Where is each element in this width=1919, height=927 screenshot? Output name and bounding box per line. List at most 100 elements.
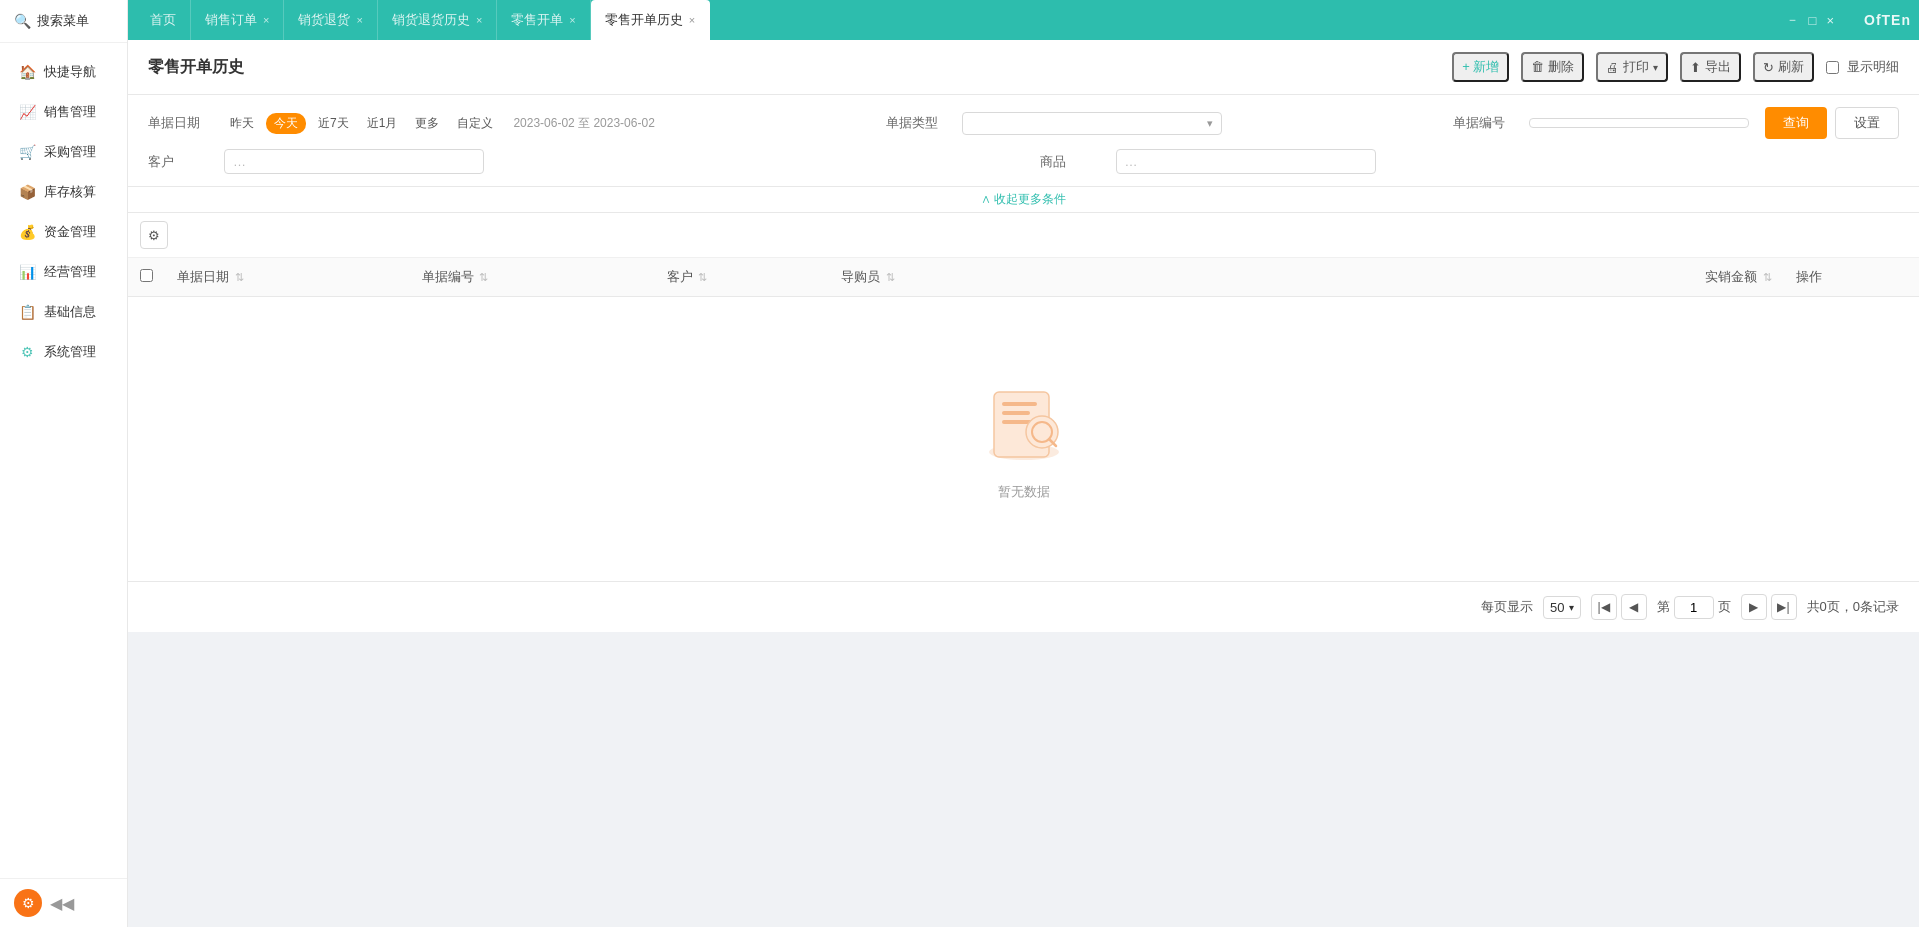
tab-sales-return-close[interactable]: × xyxy=(356,14,362,26)
sidebar-item-basic-info[interactable]: 📋 基础信息 xyxy=(4,293,123,331)
date-btn-7days[interactable]: 近7天 xyxy=(312,113,355,134)
collapse-filter-bar[interactable]: ∧ 收起更多条件 xyxy=(128,187,1919,213)
bill-type-dropdown-icon: ▾ xyxy=(1207,117,1213,130)
sidebar-item-purchase-mgmt[interactable]: 🛒 采购管理 xyxy=(4,133,123,171)
print-label: 打印 xyxy=(1623,58,1649,76)
tab-retail-open-history-close[interactable]: × xyxy=(689,14,695,26)
bill-type-label: 单据类型 xyxy=(886,114,946,132)
export-button[interactable]: ⬆ 导出 xyxy=(1680,52,1741,82)
sidebar-item-quick-nav[interactable]: 🏠 快捷导航 xyxy=(4,53,123,91)
col-salesperson-sort-icon: ⇅ xyxy=(886,271,895,283)
brand-label: OfTEn xyxy=(1864,12,1911,28)
settings-gear-button[interactable]: ⚙ xyxy=(14,889,42,917)
add-button[interactable]: + 新增 xyxy=(1452,52,1509,82)
bill-no-input[interactable] xyxy=(1529,118,1749,128)
tab-retail-open-history[interactable]: 零售开单历史 × xyxy=(591,0,710,40)
collapse-icon: ◀◀ xyxy=(50,894,74,913)
prev-page-button[interactable]: ◀ xyxy=(1621,594,1647,620)
sidebar-collapse-button[interactable]: ◀◀ xyxy=(50,894,74,913)
sidebar-item-label: 销售管理 xyxy=(44,103,96,121)
window-close-button[interactable]: × xyxy=(1826,13,1834,28)
bill-type-select[interactable]: ▾ xyxy=(962,112,1222,135)
filter-actions: 查询 设置 xyxy=(1765,107,1899,139)
setting-button[interactable]: 设置 xyxy=(1835,107,1899,139)
page-num-box: 第 页 xyxy=(1657,596,1731,619)
tab-sales-return-history[interactable]: 销货退货历史 × xyxy=(378,0,497,40)
operations-icon: 📊 xyxy=(18,263,36,281)
sidebar: 🔍 搜索菜单 🏠 快捷导航 📈 销售管理 🛒 采购管理 📦 库存核算 💰 资金管… xyxy=(0,0,128,927)
col-date-label: 单据日期 xyxy=(177,269,229,284)
col-header-customer[interactable]: 客户 ⇅ xyxy=(655,258,830,297)
refresh-icon: ↻ xyxy=(1763,60,1774,75)
inventory-icon: 📦 xyxy=(18,183,36,201)
sidebar-item-finance[interactable]: 💰 资金管理 xyxy=(4,213,123,251)
query-button[interactable]: 查询 xyxy=(1765,107,1827,139)
sidebar-item-sales-mgmt[interactable]: 📈 销售管理 xyxy=(4,93,123,131)
search-menu-item[interactable]: 🔍 搜索菜单 xyxy=(0,0,127,43)
show-detail-checkbox[interactable] xyxy=(1826,61,1839,74)
date-range-display: 2023-06-02 至 2023-06-02 xyxy=(513,115,654,132)
tab-home-label: 首页 xyxy=(150,11,176,29)
tab-retail-open-label: 零售开单 xyxy=(511,11,563,29)
tabs-bar: 首页 销售订单 × 销货退货 × 销货退货历史 × 零售开单 × 零售开单历史 … xyxy=(128,0,1919,40)
customer-value: … xyxy=(233,154,475,169)
page-size-select[interactable]: 50 ▾ xyxy=(1543,596,1580,619)
tab-sales-return[interactable]: 销货退货 × xyxy=(284,0,377,40)
sidebar-item-label: 资金管理 xyxy=(44,223,96,241)
tab-sales-order[interactable]: 销售订单 × xyxy=(191,0,284,40)
checkbox-header[interactable] xyxy=(128,258,165,297)
col-header-no[interactable]: 单据编号 ⇅ xyxy=(410,258,655,297)
tab-retail-open-history-label: 零售开单历史 xyxy=(605,11,683,29)
delete-button[interactable]: 🗑 删除 xyxy=(1521,52,1584,82)
sidebar-item-operations[interactable]: 📊 经营管理 xyxy=(4,253,123,291)
tab-retail-open-close[interactable]: × xyxy=(569,14,575,26)
customer-input[interactable]: … xyxy=(224,149,484,174)
window-minimize-button[interactable]: － xyxy=(1786,11,1799,29)
date-btn-1month[interactable]: 近1月 xyxy=(361,113,404,134)
sidebar-item-inventory[interactable]: 📦 库存核算 xyxy=(4,173,123,211)
col-header-salesperson[interactable]: 导购员 ⇅ xyxy=(829,258,1039,297)
first-page-button[interactable]: |◀ xyxy=(1591,594,1617,620)
col-customer-sort-icon: ⇅ xyxy=(698,271,707,283)
last-page-button[interactable]: ▶| xyxy=(1771,594,1797,620)
sidebar-footer: ⚙ ◀◀ xyxy=(0,878,127,927)
sales-mgmt-icon: 📈 xyxy=(18,103,36,121)
col-header-amount[interactable]: 实销金额 ⇅ xyxy=(1539,258,1784,297)
date-btn-yesterday[interactable]: 昨天 xyxy=(224,113,260,134)
goods-input[interactable]: … xyxy=(1116,149,1376,174)
show-detail-toggle[interactable]: 显示明细 xyxy=(1826,58,1899,76)
col-header-date[interactable]: 单据日期 ⇅ xyxy=(165,258,410,297)
window-maximize-button[interactable]: □ xyxy=(1809,13,1817,28)
date-btn-custom[interactable]: 自定义 xyxy=(451,113,499,134)
select-all-checkbox[interactable] xyxy=(140,269,153,282)
page-size-label: 每页显示 xyxy=(1481,598,1533,616)
sidebar-item-sys-mgmt[interactable]: ⚙ 系统管理 xyxy=(4,333,123,371)
page-title: 零售开单历史 xyxy=(148,57,244,78)
column-setting-button[interactable]: ⚙ xyxy=(140,221,168,249)
tab-home[interactable]: 首页 xyxy=(136,0,191,40)
col-no-label: 单据编号 xyxy=(422,269,474,284)
empty-text: 暂无数据 xyxy=(998,483,1050,501)
print-arrow-icon: ▾ xyxy=(1653,62,1658,73)
date-filter-label: 单据日期 xyxy=(148,114,208,132)
empty-state: 暂无数据 xyxy=(128,297,1919,581)
col-date-sort-icon: ⇅ xyxy=(235,271,244,283)
table-toolbar: ⚙ xyxy=(128,213,1919,258)
tab-sales-order-close[interactable]: × xyxy=(263,14,269,26)
settings-icon: ⚙ xyxy=(148,228,160,243)
refresh-button[interactable]: ↻ 刷新 xyxy=(1753,52,1814,82)
tab-sales-return-history-close[interactable]: × xyxy=(476,14,482,26)
next-page-button[interactable]: ▶ xyxy=(1741,594,1767,620)
date-btn-today[interactable]: 今天 xyxy=(266,113,306,134)
tab-retail-open[interactable]: 零售开单 × xyxy=(497,0,590,40)
purchase-mgmt-icon: 🛒 xyxy=(18,143,36,161)
customer-filter-label: 客户 xyxy=(148,153,208,171)
search-menu-label: 搜索菜单 xyxy=(37,12,89,30)
collapse-filter-label: ∧ 收起更多条件 xyxy=(981,192,1066,206)
col-action-label: 操作 xyxy=(1796,269,1822,284)
print-button[interactable]: 🖨 打印 ▾ xyxy=(1596,52,1668,82)
page-size-value: 50 xyxy=(1550,600,1564,615)
date-btn-more[interactable]: 更多 xyxy=(409,113,445,134)
page-number-input[interactable] xyxy=(1674,596,1714,619)
col-amount-sort-icon: ⇅ xyxy=(1763,271,1772,283)
